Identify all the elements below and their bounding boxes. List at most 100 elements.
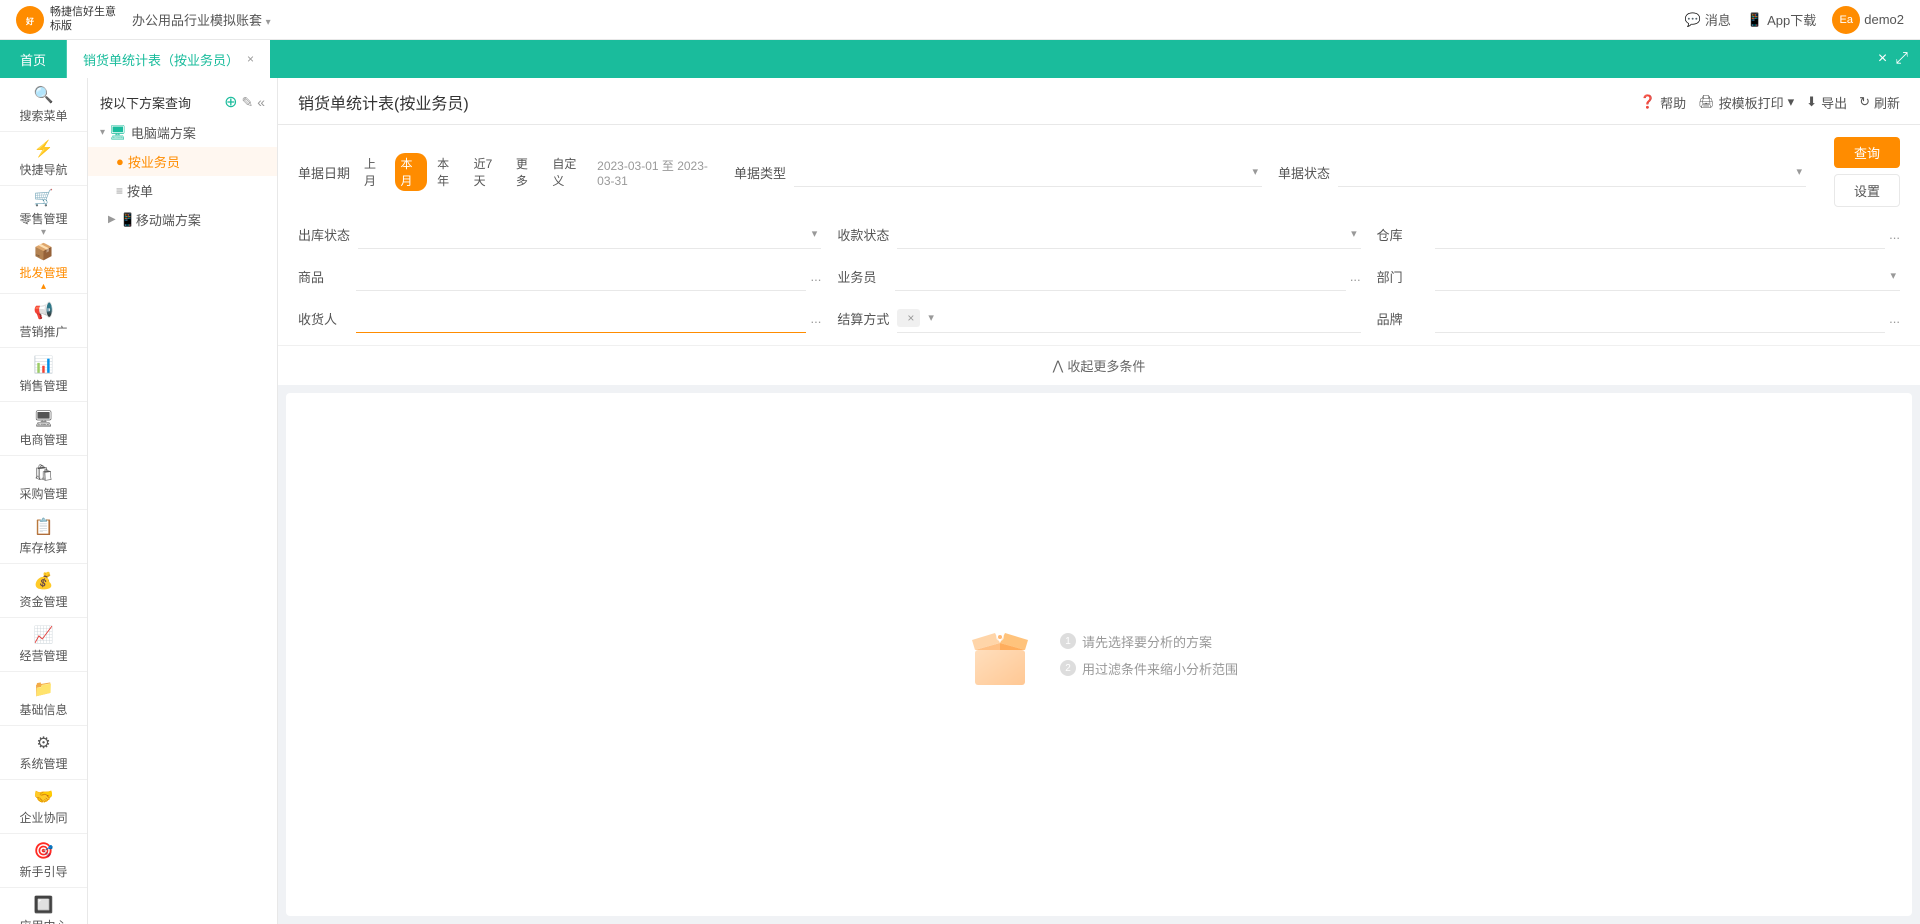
query-button[interactable]: 查询 [1834, 137, 1900, 168]
sidebar-item-purchase[interactable]: 🛍 采购管理 [0, 456, 87, 510]
sidebar-item-wholesale[interactable]: 📦 批发管理 ▴ [0, 240, 87, 294]
retail-icon: 🛒 [34, 188, 54, 208]
date-btn-lastmonth[interactable]: 上月 [358, 153, 391, 191]
tab-home[interactable]: 首页 [0, 40, 67, 78]
edit-scheme-button[interactable]: ✎ [241, 94, 253, 111]
filter-docstatus: 单据状态 ▾ [1278, 157, 1806, 187]
ecommerce-icon: 🖥 [33, 409, 53, 429]
user-menu[interactable]: Ea demo2 [1832, 6, 1904, 34]
export-button[interactable]: ⬇ 导出 [1806, 93, 1847, 112]
tab-close-icon[interactable]: × [247, 52, 254, 66]
help-button[interactable]: ❓ 帮助 [1640, 93, 1686, 112]
sidebar-item-quicknav[interactable]: ⚡ 快捷导航 [0, 132, 87, 186]
sidebar-item-retail[interactable]: 🛒 零售管理 ▾ [0, 186, 87, 240]
warehouse-input[interactable] [1435, 219, 1885, 249]
goods-input[interactable] [356, 261, 806, 291]
sidebar-item-ecommerce[interactable]: 🖥 电商管理 [0, 402, 87, 456]
filter-goods: 商品 ... [298, 261, 821, 291]
tab-active[interactable]: 销货单统计表（按业务员） × [67, 40, 270, 78]
filter-outstatus: 出库状态 ▾ [298, 219, 821, 249]
panel-header-actions: ⊕ ✎ « [224, 92, 265, 112]
receiver-dots[interactable]: ... [810, 311, 821, 326]
quicknav-icon: ⚡ [34, 139, 54, 159]
content-area: 按以下方案查询 ⊕ ✎ « ▾ 🖥 电脑端方案 ● 按业务员 ≡ 按单 [88, 78, 1920, 924]
tree-arrow-icon: ▾ [100, 127, 105, 138]
tree-mobile-group[interactable]: ▶ 📱 移动端方案 [88, 205, 277, 234]
receiptstatus-chevron-icon: ▾ [1351, 227, 1357, 240]
enterprise-icon: 🤝 [34, 787, 54, 807]
doctype-select[interactable]: ▾ [794, 157, 1262, 187]
nav-label[interactable]: 办公用品行业模拟账套 ▾ [124, 10, 279, 29]
help-icon: ❓ [1640, 94, 1656, 110]
sidebar-item-finance[interactable]: 💰 资金管理 [0, 564, 87, 618]
salesperson-dots[interactable]: ... [1350, 269, 1361, 284]
sidebar-item-apps[interactable]: 🔲 应用中心 [0, 888, 87, 924]
sidebar-item-operations[interactable]: 📈 经营管理 [0, 618, 87, 672]
sidebar-item-system[interactable]: ⚙ 系统管理 [0, 726, 87, 780]
date-btn-thisyear[interactable]: 本年 [431, 153, 464, 191]
date-btn-last7[interactable]: 近7天 [468, 153, 506, 191]
tip1-num: 1 [1060, 633, 1076, 649]
main-layout: 🔍 搜索菜单 ⚡ 快捷导航 🛒 零售管理 ▾ 📦 批发管理 ▴ 📢 营销推广 📊… [0, 78, 1920, 924]
department-select[interactable]: ▾ [1435, 261, 1900, 291]
message-icon: 💬 [1685, 12, 1701, 28]
sidebar-item-marketing[interactable]: 📢 营销推广 [0, 294, 87, 348]
brand-input[interactable] [1435, 303, 1885, 333]
empty-content: 1 请先选择要分析的方案 2 用过滤条件来缩小分析范围 [286, 393, 1912, 916]
template-print-button[interactable]: 🖨 按模板打印 ▾ [1698, 93, 1794, 112]
collapse-panel-button[interactable]: « [257, 94, 265, 110]
sidebar-item-guide[interactable]: 🎯 新手引导 [0, 834, 87, 888]
settlement-chevron-icon[interactable]: ▾ [928, 311, 934, 324]
goods-dots[interactable]: ... [810, 269, 821, 284]
retail-arrow: ▾ [41, 227, 46, 238]
order-icon: ≡ [116, 184, 123, 198]
outstatus-select[interactable]: ▾ [358, 219, 821, 249]
brand-dots[interactable]: ... [1889, 311, 1900, 326]
settlement-tag-remove[interactable]: × [907, 311, 914, 325]
tab-minimize-icon[interactable]: × [1878, 50, 1887, 68]
filter-department: 部门 ▾ [1377, 261, 1900, 291]
sidebar-item-enterprise[interactable]: 🤝 企业协同 [0, 780, 87, 834]
outstatus-chevron-icon: ▾ [812, 227, 818, 240]
tab-maximize-icon[interactable]: ⤢ [1895, 50, 1908, 68]
date-group: 上月 本月 本年 近7天 更多 自定义 2023-03-01 至 2023-03… [358, 153, 718, 191]
date-btn-more[interactable]: 更多 [510, 153, 543, 191]
refresh-button[interactable]: ↻ 刷新 [1859, 93, 1900, 112]
warehouse-dots[interactable]: ... [1889, 227, 1900, 242]
wholesale-icon: 📦 [34, 242, 54, 262]
receiptstatus-select[interactable]: ▾ [897, 219, 1360, 249]
message-button[interactable]: 💬 消息 [1685, 10, 1731, 29]
sidebar-item-basic[interactable]: 📁 基础信息 [0, 672, 87, 726]
receiver-input[interactable] [356, 303, 806, 333]
department-label: 部门 [1377, 267, 1427, 286]
wholesale-arrow: ▴ [41, 281, 46, 292]
add-scheme-button[interactable]: ⊕ [224, 92, 237, 112]
avatar: Ea [1832, 6, 1860, 34]
collapse-button[interactable]: ⋀ 收起更多条件 [1041, 352, 1158, 379]
app-download-button[interactable]: 📱 App下载 [1747, 10, 1816, 29]
tree-child-order[interactable]: ≡ 按单 [88, 176, 277, 205]
docstatus-select[interactable]: ▾ [1338, 157, 1806, 187]
date-btn-custom[interactable]: 自定义 [546, 153, 589, 191]
outstatus-label: 出库状态 [298, 225, 350, 244]
print-dropdown-icon: ▾ [1788, 94, 1795, 110]
system-icon: ⚙ [36, 733, 50, 753]
date-label: 单据日期 [298, 163, 350, 182]
action-buttons: 查询 设置 [1834, 137, 1900, 207]
salesperson-input[interactable] [895, 261, 1345, 291]
date-btn-thismonth[interactable]: 本月 [395, 153, 428, 191]
tree-desktop-group[interactable]: ▾ 🖥 电脑端方案 [88, 118, 277, 147]
sidebar-item-search[interactable]: 🔍 搜索菜单 [0, 78, 87, 132]
tab-bar-right: × ⤢ [1878, 50, 1920, 68]
sidebar-item-inventory[interactable]: 📋 库存核算 [0, 510, 87, 564]
tree-child-salesperson[interactable]: ● 按业务员 [88, 147, 277, 176]
empty-tip-1: 1 请先选择要分析的方案 [1060, 632, 1238, 651]
filter-salesperson: 业务员 ... [837, 261, 1360, 291]
sidebar-item-sales[interactable]: 📊 销售管理 [0, 348, 87, 402]
settings-button[interactable]: 设置 [1834, 174, 1900, 207]
tip2-num: 2 [1060, 660, 1076, 676]
filter-settlement: 结算方式 × ▾ [837, 303, 1360, 333]
empty-tips: 1 请先选择要分析的方案 2 用过滤条件来缩小分析范围 [1060, 632, 1238, 678]
logo-text: 畅捷信好生意 标版 [50, 6, 116, 32]
sidebar: 🔍 搜索菜单 ⚡ 快捷导航 🛒 零售管理 ▾ 📦 批发管理 ▴ 📢 营销推广 📊… [0, 78, 88, 924]
